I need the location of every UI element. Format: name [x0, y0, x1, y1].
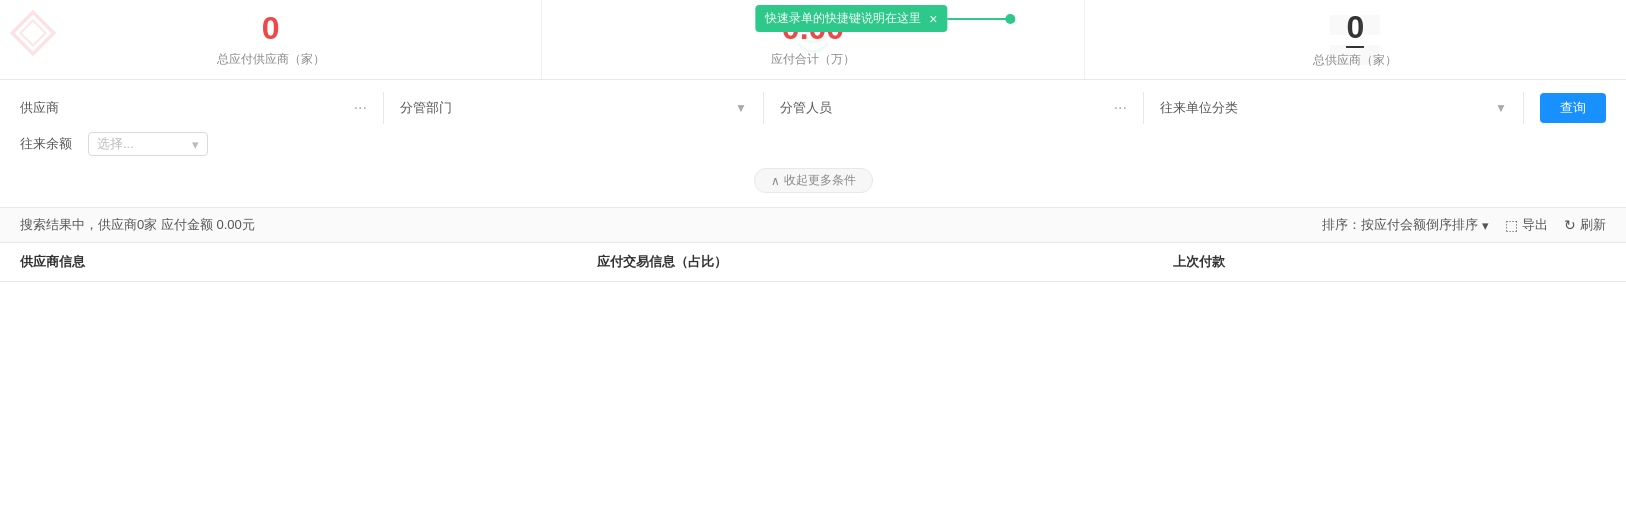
svg-marker-1: [21, 21, 46, 46]
supplier-more-icon[interactable]: ···: [354, 99, 367, 117]
filter-person: 分管人员 ···: [764, 92, 1144, 124]
payable-vendors-label: 总应付供应商（家）: [217, 51, 325, 68]
refresh-label: 刷新: [1580, 216, 1606, 234]
diamond-logo-icon: [8, 8, 58, 58]
collapse-icon: ∧: [771, 174, 780, 188]
export-icon: ⬚: [1505, 217, 1518, 233]
stat-total-payable-vendors: 0 总应付供应商（家）: [0, 0, 542, 79]
col-header-last-payment: 上次付款: [1173, 253, 1606, 271]
collapse-btn-area: ∧ 收起更多条件: [20, 164, 1606, 201]
stat-total-vendors: 0 总供应商（家）: [1085, 0, 1626, 79]
result-info: 搜索结果中，供应商0家 应付金额 0.00元: [20, 216, 255, 234]
svg-marker-0: [12, 12, 54, 54]
result-bar: 搜索结果中，供应商0家 应付金额 0.00元 排序：按应付会额倒序排序 ▾ ⬚ …: [0, 208, 1626, 243]
svg-rect-7: [1360, 45, 1380, 65]
payable-total-label: 应付合计（万）: [771, 51, 855, 68]
svg-rect-4: [1330, 15, 1350, 35]
col-header-transaction-info: 应付交易信息（占比）: [597, 253, 1174, 271]
person-filter-label: 分管人员: [780, 99, 832, 117]
refresh-button[interactable]: ↻ 刷新: [1564, 216, 1606, 234]
sort-select[interactable]: 排序：按应付会额倒序排序 ▾: [1322, 216, 1489, 234]
supplier-filter-input[interactable]: [67, 101, 354, 116]
category-chevron-icon[interactable]: ▼: [1495, 101, 1507, 115]
refresh-icon: ↻: [1564, 217, 1576, 233]
department-chevron-icon[interactable]: ▼: [735, 101, 747, 115]
table-header: 供应商信息 应付交易信息（占比） 上次付款: [0, 243, 1626, 282]
tooltip-close-button[interactable]: ×: [929, 12, 937, 26]
category-filter-input[interactable]: [1246, 101, 1495, 116]
col-header-supplier-info: 供应商信息: [20, 253, 597, 271]
filter-supplier: 供应商 ···: [20, 92, 384, 124]
svg-rect-6: [1330, 45, 1350, 65]
balance-filter-label: 往来余额: [20, 135, 72, 153]
supplier-filter-label: 供应商: [20, 99, 59, 117]
filter-category: 往来单位分类 ▼: [1144, 92, 1524, 124]
department-filter-label: 分管部门: [400, 99, 452, 117]
query-btn-wrapper: 查询: [1524, 93, 1606, 123]
filter-row-2: 往来余额 选择... ▾: [20, 132, 1606, 164]
export-label: 导出: [1522, 216, 1548, 234]
payable-vendors-number: 0: [262, 11, 280, 46]
sort-chevron-icon: ▾: [1482, 218, 1489, 233]
svg-rect-5: [1360, 15, 1380, 35]
balance-placeholder: 选择...: [97, 135, 134, 153]
export-button[interactable]: ⬚ 导出: [1505, 216, 1548, 234]
table-body: [0, 282, 1626, 515]
tooltip-dot: [1006, 14, 1016, 24]
collapse-label: 收起更多条件: [784, 172, 856, 189]
grid-watermark-icon: [1325, 10, 1385, 70]
sort-label: 排序：按应付会额倒序排序: [1322, 216, 1478, 234]
balance-arrow-icon: ▾: [192, 137, 199, 152]
filter-row-1: 供应商 ··· 分管部门 ▼ 分管人员 ··· 往来单位分类 ▼ 查询: [20, 92, 1606, 124]
tooltip-text: 快速录单的快捷键说明在这里: [765, 10, 921, 27]
stat-payable-total: 快速录单的快捷键说明在这里 × 0.00 应付合计（万）: [542, 0, 1084, 79]
query-button[interactable]: 查询: [1540, 93, 1606, 123]
filter-area: 供应商 ··· 分管部门 ▼ 分管人员 ··· 往来单位分类 ▼ 查询 往来余额: [0, 80, 1626, 208]
result-actions: 排序：按应付会额倒序排序 ▾ ⬚ 导出 ↻ 刷新: [1322, 216, 1606, 234]
person-more-icon[interactable]: ···: [1114, 99, 1127, 117]
collapse-button[interactable]: ∧ 收起更多条件: [754, 168, 873, 193]
balance-select[interactable]: 选择... ▾: [88, 132, 208, 156]
department-filter-input[interactable]: [460, 101, 735, 116]
person-filter-input[interactable]: [840, 101, 1114, 116]
stats-bar: 0 总应付供应商（家） 快速录单的快捷键说明在这里 × 0.00 应付合计（万）: [0, 0, 1626, 80]
shortcut-tooltip: 快速录单的快捷键说明在这里 ×: [755, 5, 947, 32]
category-filter-label: 往来单位分类: [1160, 99, 1238, 117]
filter-department: 分管部门 ▼: [384, 92, 764, 124]
